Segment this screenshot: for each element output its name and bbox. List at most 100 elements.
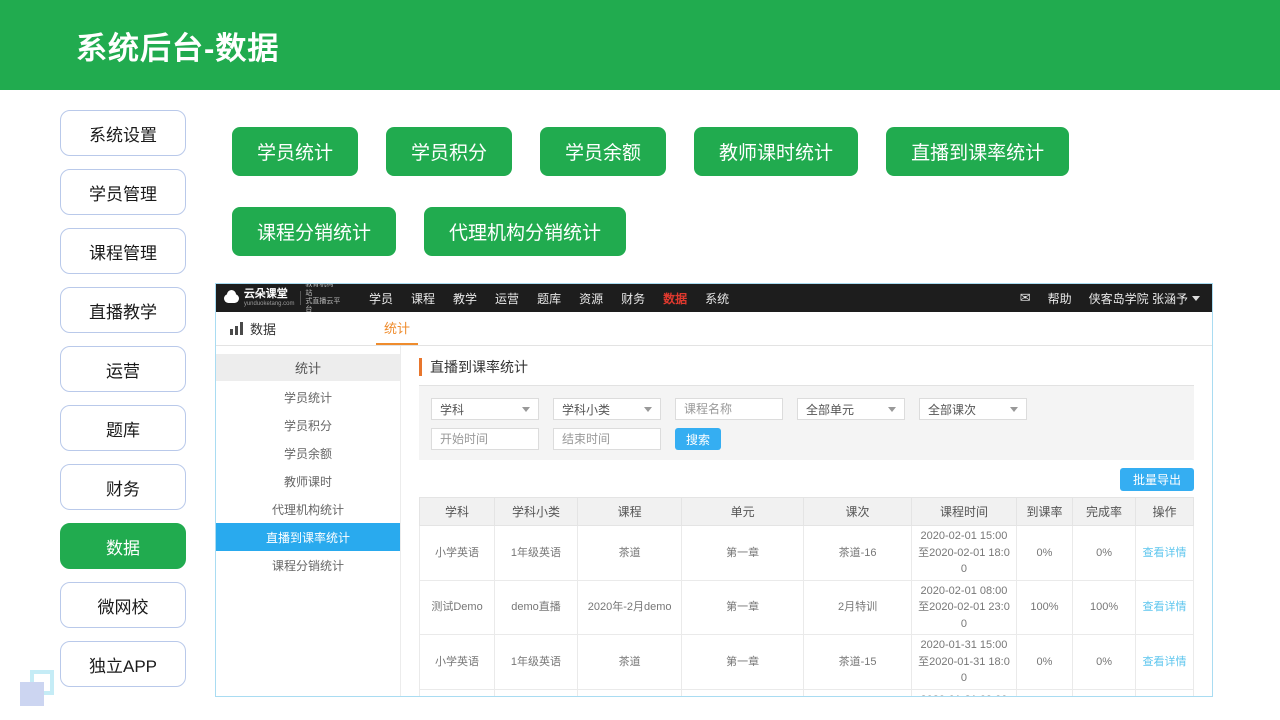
topnav-item[interactable]: 题库 — [528, 290, 570, 307]
help-link[interactable]: 帮助 — [1048, 290, 1072, 307]
page-header: 系统后台-数据 — [0, 0, 1280, 90]
panel-body: 统计 学员统计 学员积分 学员余额 教师课时 代理机构统计 直播到课率统计 课程… — [216, 346, 1212, 696]
cell-subcategory: 1年级英语 — [495, 526, 578, 581]
chart-icon — [230, 322, 243, 335]
view-details-link[interactable]: 查看详情 — [1142, 547, 1186, 559]
panel-sidenav-item[interactable]: 直播到课率统计 — [216, 523, 400, 551]
quick-stat-button[interactable]: 教师课时统计 — [694, 127, 858, 176]
deco-square-fill — [20, 682, 44, 706]
chevron-down-icon — [644, 407, 652, 412]
sidebar-item[interactable]: 微网校 — [60, 582, 186, 628]
cell-unit: 第一章 — [682, 689, 804, 696]
cell-subcategory: 1年级英语 — [495, 635, 578, 690]
course-name-input[interactable] — [675, 398, 783, 420]
panel-sidenav-item[interactable]: 学员余额 — [216, 439, 400, 467]
topnav-items: 学员 课程 教学 运营 题库 资源 财务 数据 系统 — [360, 290, 738, 307]
cell-time: 2020-02-01 15:00至2020-02-01 18:00 — [912, 526, 1016, 581]
cell-unit: 第一章 — [682, 580, 804, 635]
chevron-down-icon — [1192, 296, 1200, 301]
topnav-item[interactable]: 系统 — [696, 290, 738, 307]
end-time-input[interactable] — [553, 428, 661, 450]
sidebar-item[interactable]: 财务 — [60, 464, 186, 510]
cell-course: 茶道 — [577, 526, 681, 581]
cell-time: 2020-01-31 09:00至2020-01-31 18:00 — [912, 689, 1016, 696]
cell-course: 茶道 — [577, 635, 681, 690]
topnav-right: ✉ 帮助 侠客岛学院 张涵予 — [1020, 290, 1204, 307]
panel-sidenav-item[interactable]: 学员统计 — [216, 383, 400, 411]
cell-time: 2020-02-01 08:00至2020-02-01 23:00 — [912, 580, 1016, 635]
panel-sidenav: 统计 学员统计 学员积分 学员余额 教师课时 代理机构统计 直播到课率统计 课程… — [216, 346, 401, 696]
topnav-item[interactable]: 财务 — [612, 290, 654, 307]
topnav-item[interactable]: 数据 — [654, 290, 696, 307]
column-header: 学科 — [420, 498, 495, 526]
panel-sidenav-item[interactable]: 代理机构统计 — [216, 495, 400, 523]
topnav-item[interactable]: 资源 — [570, 290, 612, 307]
view-details-link[interactable]: 查看详情 — [1142, 656, 1186, 668]
table-row: 小学英语 1年级英语 茶道 第一章 茶道-15 2020-01-31 15:00… — [420, 635, 1194, 690]
logo-divider — [300, 291, 301, 305]
quick-stat-button[interactable]: 直播到课率统计 — [886, 127, 1069, 176]
subcategory-select[interactable]: 学科小类 — [553, 398, 661, 420]
panel-sidenav-item[interactable]: 学员积分 — [216, 411, 400, 439]
topnav-item[interactable]: 教学 — [444, 290, 486, 307]
subject-select[interactable]: 学科 — [431, 398, 539, 420]
table-row: 小学英语 1年级英语 寒假辅导 第一章 寒假辅导-5 2020-01-31 09… — [420, 689, 1194, 696]
sidebar-item[interactable]: 题库 — [60, 405, 186, 451]
cell-attendance: 100% — [1016, 580, 1073, 635]
panel-sidenav-item[interactable]: 课程分销统计 — [216, 551, 400, 579]
sidenav-items: 学员统计 学员积分 学员余额 教师课时 代理机构统计 直播到课率统计 课程分销统… — [216, 383, 400, 579]
filters-area: 学科 学科小类 全部单元 全部课次 — [419, 386, 1194, 460]
cell-completion: 0% — [1073, 526, 1136, 581]
account-name: 侠客岛学院 张涵予 — [1089, 290, 1188, 307]
topnav-item[interactable]: 运营 — [486, 290, 528, 307]
search-button[interactable]: 搜索 — [675, 428, 721, 450]
lesson-select[interactable]: 全部课次 — [919, 398, 1027, 420]
panel-sidenav-item[interactable]: 教师课时 — [216, 467, 400, 495]
cell-course: 2020年-2月demo — [577, 580, 681, 635]
quick-stat-button[interactable]: 学员统计 — [232, 127, 358, 176]
cloud-logo-icon — [224, 294, 239, 303]
quick-stat-button[interactable]: 学员余额 — [540, 127, 666, 176]
tab-statistics[interactable]: 统计 — [376, 312, 418, 345]
cell-subject: 小学英语 — [420, 689, 495, 696]
sidebar-item[interactable]: 数据 — [60, 523, 186, 569]
cell-attendance: 0% — [1016, 526, 1073, 581]
sidebar-item[interactable]: 运营 — [60, 346, 186, 392]
logo-name: 云朵课堂 — [244, 289, 295, 300]
quick-buttons-row-2: 课程分销统计 代理机构分销统计 — [232, 207, 626, 256]
unit-select[interactable]: 全部单元 — [797, 398, 905, 420]
panel-main: 直播到课率统计 学科 学科小类 全部单元 — [401, 346, 1212, 696]
mail-icon[interactable]: ✉ — [1020, 290, 1031, 306]
sidebar-item[interactable]: 系统设置 — [60, 110, 186, 156]
table-row: 测试Demo demo直播 2020年-2月demo 第一章 2月特训 2020… — [420, 580, 1194, 635]
start-time-input[interactable] — [431, 428, 539, 450]
sidebar-item[interactable]: 课程管理 — [60, 228, 186, 274]
section-title: 直播到课率统计 — [419, 358, 1194, 376]
logo: 云朵课堂 yunduoketang.com 教育机构一站 式直播云平台 — [224, 283, 342, 315]
chevron-down-icon — [1010, 407, 1018, 412]
admin-topnav: 云朵课堂 yunduoketang.com 教育机构一站 式直播云平台 学员 课… — [216, 284, 1212, 312]
cell-unit: 第一章 — [682, 526, 804, 581]
quick-stat-button[interactable]: 课程分销统计 — [232, 207, 396, 256]
topnav-item[interactable]: 课程 — [402, 290, 444, 307]
column-header: 完成率 — [1073, 498, 1136, 526]
quick-stat-button[interactable]: 学员积分 — [386, 127, 512, 176]
sidenav-header: 统计 — [216, 354, 400, 381]
batch-export-button[interactable]: 批量导出 — [1120, 468, 1194, 491]
view-details-link[interactable]: 查看详情 — [1142, 601, 1186, 613]
sidebar-item[interactable]: 独立APP — [60, 641, 186, 687]
breadcrumb-bar: 数据 统计 — [216, 312, 1212, 346]
logo-tagline: 教育机构一站 式直播云平台 — [305, 283, 342, 315]
quick-stat-button[interactable]: 代理机构分销统计 — [424, 207, 626, 256]
cell-subject: 小学英语 — [420, 526, 495, 581]
cell-completion: 0% — [1073, 689, 1136, 696]
cell-attendance: 0% — [1016, 689, 1073, 696]
account-menu[interactable]: 侠客岛学院 张涵予 — [1089, 290, 1200, 307]
column-header: 操作 — [1135, 498, 1193, 526]
cell-time: 2020-01-31 15:00至2020-01-31 18:00 — [912, 635, 1016, 690]
sidebar-item[interactable]: 学员管理 — [60, 169, 186, 215]
topnav-item[interactable]: 学员 — [360, 290, 402, 307]
cell-course: 寒假辅导 — [577, 689, 681, 696]
page-title: 系统后台-数据 — [76, 23, 279, 68]
sidebar-item[interactable]: 直播教学 — [60, 287, 186, 333]
